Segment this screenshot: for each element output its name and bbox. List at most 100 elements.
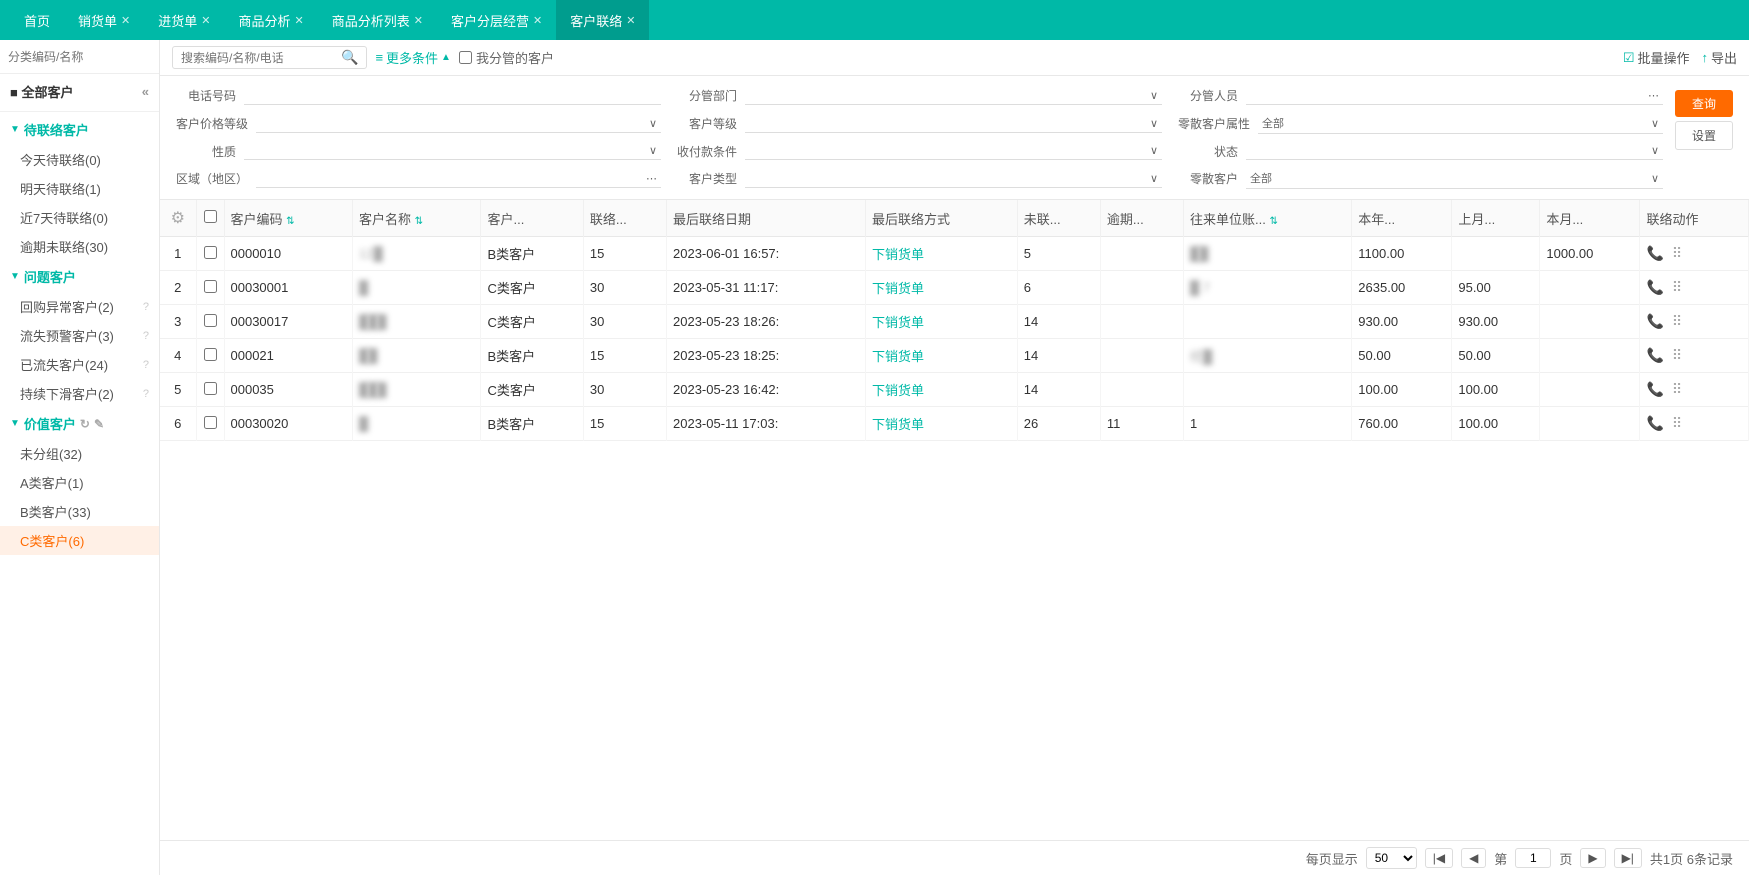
sidebar-item-overdue-contact[interactable]: 逾期未联络(30) (0, 232, 159, 261)
sidebar-item-churn-warning[interactable]: 流失预警客户(3) ? (0, 321, 159, 350)
per-page-select[interactable]: 50 20 100 (1366, 847, 1417, 869)
page-input[interactable] (1515, 848, 1551, 868)
cell-overdue (1100, 339, 1183, 373)
sidebar-item-class-b[interactable]: B类客户(33) (0, 497, 159, 526)
last-method-link[interactable]: 下销货单 (872, 247, 924, 262)
my-customers-checkbox-label[interactable]: 我分管的客户 (459, 48, 554, 67)
manager-select[interactable]: ⋯ (1246, 87, 1663, 105)
nav-customer-tiering[interactable]: 客户分层经营 ✕ (437, 0, 556, 40)
row-checkbox[interactable] (204, 246, 217, 259)
retail-attr-select[interactable]: 全部 ∨ (1258, 113, 1663, 134)
price-level-select[interactable]: ∨ (256, 115, 661, 133)
more-action-icon[interactable]: ⠿ (1672, 381, 1682, 398)
sidebar-item-class-a[interactable]: A类客户(1) (0, 468, 159, 497)
my-customers-checkbox[interactable] (459, 51, 472, 64)
phone-input[interactable] (244, 86, 661, 105)
nav-product-analysis[interactable]: 商品分析 ✕ (224, 0, 317, 40)
row-checkbox[interactable] (204, 280, 217, 293)
row-checkbox[interactable] (204, 382, 217, 395)
call-icon[interactable]: 📞 (1646, 347, 1663, 364)
cell-name: ███ (352, 305, 480, 339)
last-method-link[interactable]: 下销货单 (872, 417, 924, 432)
call-icon[interactable]: 📞 (1646, 381, 1663, 398)
last-method-link[interactable]: 下销货单 (872, 383, 924, 398)
cell-number: 4 (160, 339, 196, 373)
sidebar-item-class-c[interactable]: C类客户(6) (0, 526, 159, 555)
help-icon-4: ? (143, 388, 149, 400)
nature-select[interactable]: ∨ (244, 142, 661, 160)
select-all-checkbox[interactable] (204, 210, 217, 223)
refresh-icon[interactable]: ↻ (80, 417, 90, 431)
batch-operation-button[interactable]: ☑ 批量操作 (1623, 48, 1690, 67)
call-icon[interactable]: 📞 (1646, 245, 1663, 262)
sidebar-item-today-pending[interactable]: 今天待联络(0) (0, 145, 159, 174)
call-icon[interactable]: 📞 (1646, 313, 1663, 330)
sidebar-item-repurchase-abnormal[interactable]: 回购异常客户(2) ? (0, 292, 159, 321)
last-method-link[interactable]: 下销货单 (872, 349, 924, 364)
sort-icon-history[interactable]: ⇅ (1270, 216, 1278, 227)
first-page-button[interactable]: |◀ (1425, 848, 1453, 868)
sidebar-item-tomorrow-pending[interactable]: 明天待联络(1) (0, 174, 159, 203)
export-button[interactable]: ↑ 导出 (1701, 48, 1737, 67)
sidebar-item-declining[interactable]: 持续下滑客户(2) ? (0, 379, 159, 408)
cell-action: 📞 ⠿ (1640, 271, 1749, 305)
nav-home[interactable]: 首页 (10, 0, 64, 40)
more-action-icon[interactable]: ⠿ (1672, 415, 1682, 432)
sidebar-group-pending-contact[interactable]: ▼ 待联络客户 (0, 114, 159, 145)
customer-grade-select[interactable]: ∨ (745, 115, 1162, 133)
nav-customer-contact[interactable]: 客户联络 ✕ (556, 0, 649, 40)
main-search-icon[interactable]: 🔍 (341, 49, 358, 66)
row-checkbox[interactable] (204, 314, 217, 327)
nav-sales-order[interactable]: 销货单 ✕ (64, 0, 144, 40)
retail-customer-select[interactable]: 全部 ∨ (1246, 168, 1663, 189)
last-method-link[interactable]: 下销货单 (872, 315, 924, 330)
filter-region: 区域（地区） ⋯ (176, 170, 661, 188)
row-checkbox[interactable] (204, 348, 217, 361)
sidebar-search-input[interactable] (8, 50, 160, 64)
edit-icon[interactable]: ✎ (94, 417, 104, 431)
nav-close-customer-contact[interactable]: ✕ (626, 14, 635, 27)
sidebar-collapse-icon[interactable]: « (142, 84, 149, 99)
dept-select[interactable]: ∨ (745, 87, 1162, 105)
filter-row-4: 区域（地区） ⋯ 客户类型 ∨ (176, 168, 1663, 189)
call-icon[interactable]: 📞 (1646, 415, 1663, 432)
more-action-icon[interactable]: ⠿ (1672, 279, 1682, 296)
nav-close-customer-tiering[interactable]: ✕ (533, 14, 542, 27)
sidebar-group-problem-customers[interactable]: ▼ 问题客户 (0, 261, 159, 292)
cell-name: █ (352, 271, 480, 305)
filter-row-3: 性质 ∨ 收付款条件 ∨ (176, 142, 1663, 160)
sort-icon-code[interactable]: ⇅ (286, 216, 294, 227)
prev-page-button[interactable]: ◀ (1461, 848, 1486, 868)
cell-number: 5 (160, 373, 196, 407)
sidebar-item-ungrouped[interactable]: 未分组(32) (0, 439, 159, 468)
nav-product-analysis-list[interactable]: 商品分析列表 ✕ (318, 0, 437, 40)
sidebar-item-week-pending[interactable]: 近7天待联络(0) (0, 203, 159, 232)
more-filter-button[interactable]: ≡ 更多条件 ▲ (375, 48, 451, 67)
call-icon[interactable]: 📞 (1646, 279, 1663, 296)
last-page-button[interactable]: ▶| (1614, 848, 1642, 868)
sidebar-item-churned[interactable]: 已流失客户(24) ? (0, 350, 159, 379)
nav-close-purchase-order[interactable]: ✕ (201, 14, 210, 27)
sidebar-all-customers-header[interactable]: ■ 全部客户 « (0, 74, 159, 109)
region-select[interactable]: ⋯ (256, 170, 661, 188)
more-action-icon[interactable]: ⠿ (1672, 245, 1682, 262)
status-select[interactable]: ∨ (1246, 142, 1663, 160)
main-search-box: 🔍 (172, 46, 367, 69)
column-settings-icon[interactable]: ⚙ (171, 210, 185, 227)
last-method-link[interactable]: 下销货单 (872, 281, 924, 296)
row-checkbox[interactable] (204, 416, 217, 429)
main-search-input[interactable] (181, 51, 341, 65)
nav-close-sales-order[interactable]: ✕ (121, 14, 130, 27)
next-page-button[interactable]: ▶ (1580, 848, 1605, 868)
customer-type-select[interactable]: ∨ (745, 170, 1162, 188)
query-button[interactable]: 查询 (1675, 90, 1733, 117)
nav-close-product-analysis[interactable]: ✕ (295, 14, 304, 27)
payment-terms-select[interactable]: ∨ (745, 142, 1162, 160)
nav-purchase-order[interactable]: 进货单 ✕ (144, 0, 224, 40)
nav-close-product-analysis-list[interactable]: ✕ (414, 14, 423, 27)
sort-icon-name[interactable]: ⇅ (415, 216, 423, 227)
more-action-icon[interactable]: ⠿ (1672, 313, 1682, 330)
set-button[interactable]: 设置 (1675, 121, 1733, 150)
sidebar-group-value-customers[interactable]: ▼ 价值客户 ↻ ✎ (0, 408, 159, 439)
more-action-icon[interactable]: ⠿ (1672, 347, 1682, 364)
